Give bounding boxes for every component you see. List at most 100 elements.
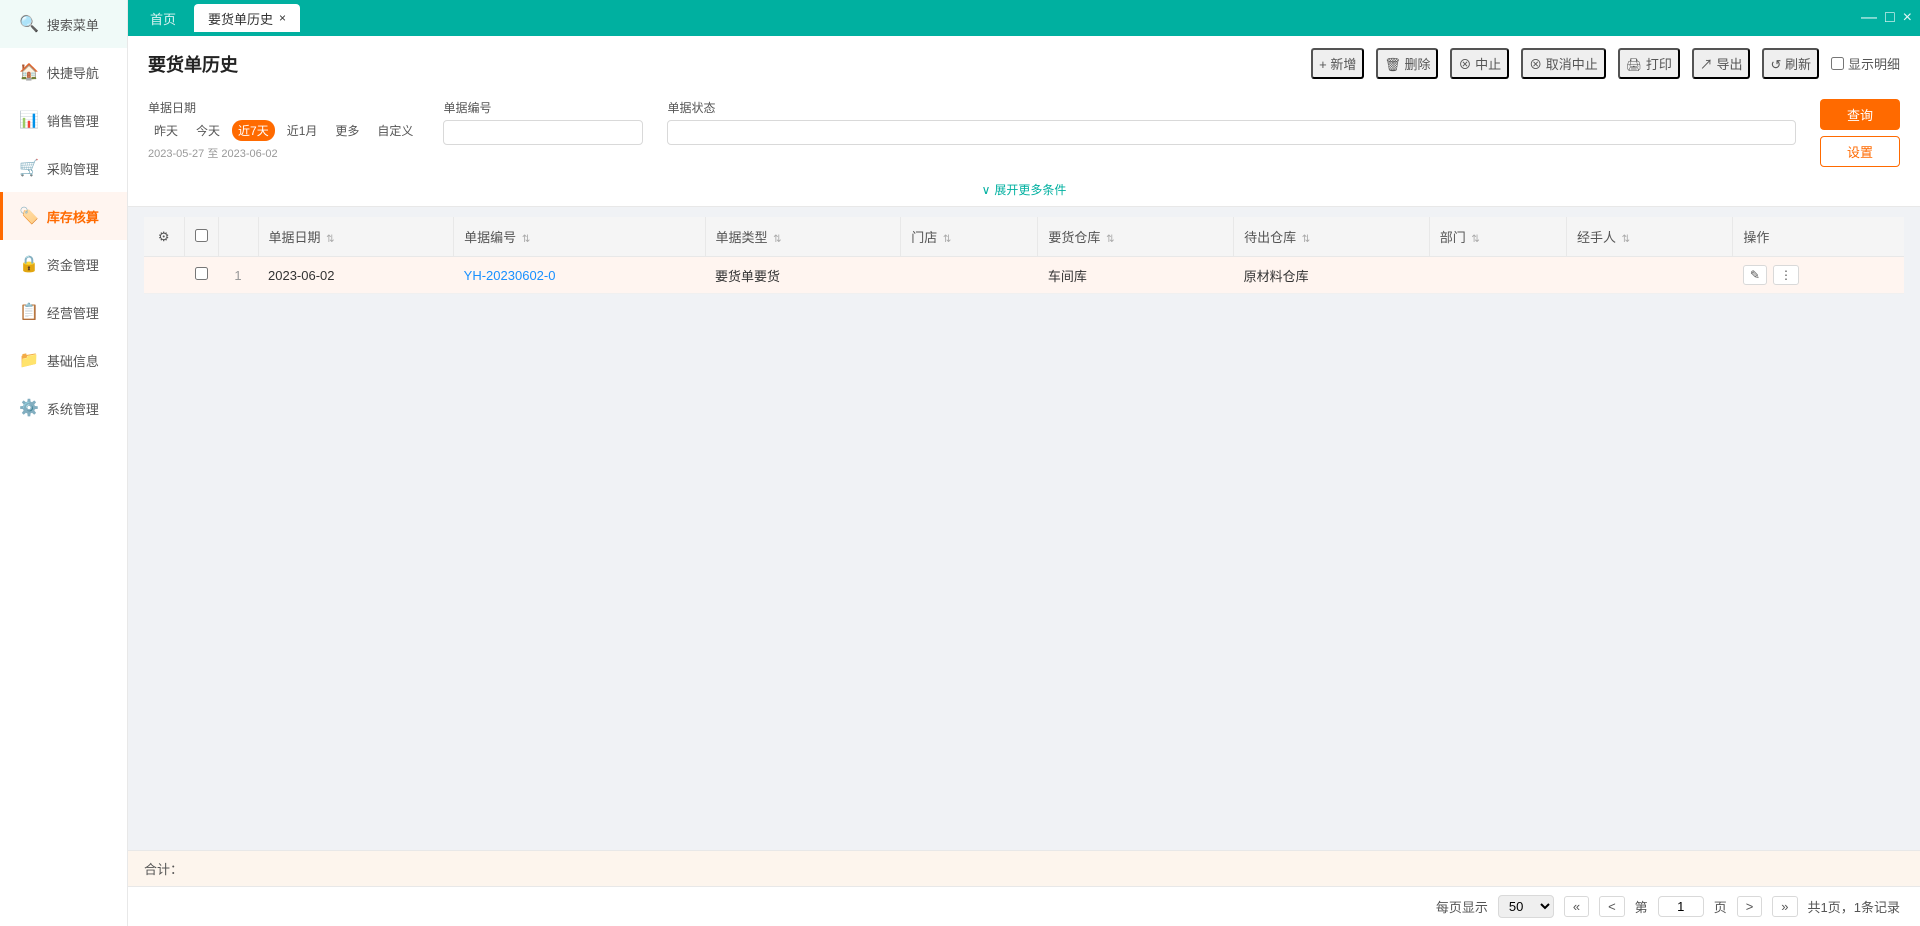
col-pending-warehouse-label: 待出仓库 (1244, 230, 1296, 245)
date-yesterday-btn[interactable]: 昨天 (148, 120, 184, 141)
filter-dates: 单据日期 (148, 99, 419, 116)
date-more-btn[interactable]: 更多 (329, 120, 365, 141)
stop-btn[interactable]: ⊗ 中止 (1450, 48, 1509, 79)
page-suffix: 页 (1714, 897, 1727, 916)
col-settings[interactable]: ⚙ (144, 217, 184, 257)
sidebar-item-inventory[interactable]: 🏷️ 库存核算 (0, 192, 127, 240)
expand-btn[interactable]: ∨ 展开更多条件 (982, 181, 1067, 198)
col-pending-warehouse[interactable]: 待出仓库 ⇅ (1234, 217, 1430, 257)
table-row[interactable]: 1 2023-06-02 YH-20230602-0 要货单要货 车间库 原材料… (144, 257, 1904, 294)
sidebar-item-base-info[interactable]: 📁基础信息 (0, 336, 127, 384)
settings-btn[interactable]: 设置 (1820, 136, 1900, 167)
page-header: 要货单历史 + 新增 🗑 删除 ⊗ 中止 ⊗ 取消中止 🖨 打印 ↗ 导出 ↺ … (128, 36, 1920, 207)
col-handler[interactable]: 经手人 ⇅ (1566, 217, 1732, 257)
table-body: 1 2023-06-02 YH-20230602-0 要货单要货 车间库 原材料… (144, 257, 1904, 294)
row-more-btn-0[interactable]: ⋮ (1773, 265, 1799, 285)
date-7days-btn[interactable]: 近7天 (232, 120, 275, 141)
date-1month-btn[interactable]: 近1月 (281, 120, 324, 141)
sidebar-label-system: 系统管理 (47, 399, 99, 418)
expand-label: 展开更多条件 (994, 181, 1066, 198)
window-max-btn[interactable]: □ (1885, 9, 1895, 27)
col-order-type[interactable]: 单据类型 ⇅ (705, 217, 901, 257)
date-custom-btn[interactable]: 自定义 (371, 120, 419, 141)
sort-date-icon: ⇅ (326, 234, 334, 245)
window-close-btn[interactable]: × (1903, 9, 1912, 27)
row-order-no-0[interactable]: YH-20230602-0 (454, 257, 705, 294)
toolbar: + 新增 🗑 删除 ⊗ 中止 ⊗ 取消中止 🖨 打印 ↗ 导出 ↺ 刷新 显示明… (1311, 48, 1900, 79)
query-btn[interactable]: 查询 (1820, 99, 1900, 130)
expand-row: ∨ 展开更多条件 (148, 177, 1900, 206)
col-num (218, 217, 258, 257)
page-title-row: 要货单历史 + 新增 🗑 删除 ⊗ 中止 ⊗ 取消中止 🖨 打印 ↗ 导出 ↺ … (148, 48, 1900, 79)
sidebar-label-base-info: 基础信息 (47, 351, 99, 370)
tab-bar-left: 首页要货单历史 × (136, 4, 300, 32)
row-store-0 (901, 257, 1038, 294)
export-btn[interactable]: ↗ 导出 (1692, 48, 1751, 79)
col-order-no-label: 单据编号 (464, 230, 516, 245)
sidebar-label-inventory: 库存核算 (47, 207, 99, 226)
row-edit-btn-0[interactable]: ✎ (1743, 265, 1767, 285)
tab-request-history[interactable]: 要货单历史 × (194, 4, 300, 32)
row-checkbox-0[interactable] (184, 257, 218, 294)
new-btn[interactable]: + 新增 (1311, 48, 1364, 79)
sidebar-item-search[interactable]: 🔍 搜索菜单 (0, 0, 127, 48)
order-no-filter-group: 单据编号 (443, 99, 643, 145)
display-detail-checkbox[interactable] (1831, 57, 1844, 70)
select-all-checkbox[interactable] (195, 229, 208, 242)
row-department-0 (1429, 257, 1566, 294)
window-min-btn[interactable]: — (1861, 9, 1877, 27)
sidebar-label-operations: 经营管理 (47, 303, 99, 322)
sales-icon: 📊 (19, 110, 39, 130)
delete-btn[interactable]: 🗑 删除 (1376, 48, 1438, 79)
col-date-label: 单据日期 (269, 230, 321, 245)
sort-order-type-icon: ⇅ (773, 234, 781, 245)
sidebar-item-quick-nav[interactable]: 🏠快捷导航 (0, 48, 127, 96)
col-req-warehouse[interactable]: 要货仓库 ⇅ (1038, 217, 1234, 257)
date-range-display: 2023-05-27 至 2023-06-02 (148, 145, 419, 161)
search-icon: 🔍 (19, 14, 39, 34)
main-table: ⚙ 单据日期 ⇅ 单据编号 ⇅ (144, 217, 1904, 294)
refresh-btn[interactable]: ↺ 刷新 (1762, 48, 1819, 79)
col-store-label: 门店 (911, 230, 937, 245)
tab-close-request-history[interactable]: × (279, 11, 286, 25)
col-order-no[interactable]: 单据编号 ⇅ (454, 217, 705, 257)
page-size-select[interactable]: 50 20 100 200 (1498, 895, 1554, 918)
tab-label-request-history: 要货单历史 (208, 9, 273, 28)
sidebar-item-system[interactable]: ⚙️系统管理 (0, 384, 127, 432)
col-department[interactable]: 部门 ⇅ (1429, 217, 1566, 257)
status-filter-group: 单据状态 (667, 99, 1796, 145)
sidebar-item-purchase[interactable]: 🛒采购管理 (0, 144, 127, 192)
sidebar-item-finance[interactable]: 🔒资金管理 (0, 240, 127, 288)
inventory-icon: 🏷️ (19, 206, 39, 226)
display-detail-toggle[interactable]: 显示明细 (1831, 54, 1900, 73)
last-page-btn[interactable]: » (1772, 896, 1797, 917)
status-select[interactable] (667, 120, 1796, 145)
quick-nav-icon: 🏠 (19, 62, 39, 82)
table-area: ⚙ 单据日期 ⇅ 单据编号 ⇅ (128, 207, 1920, 850)
row-req-warehouse-0: 车间库 (1038, 257, 1234, 294)
sidebar-item-operations[interactable]: 📋经营管理 (0, 288, 127, 336)
page-input[interactable] (1658, 896, 1704, 917)
row-check-0[interactable] (195, 267, 208, 280)
tab-home[interactable]: 首页 (136, 4, 190, 32)
row-order-no-link-0[interactable]: YH-20230602-0 (464, 268, 556, 283)
table-container: ⚙ 单据日期 ⇅ 单据编号 ⇅ (144, 217, 1904, 294)
cancel-stop-btn[interactable]: ⊗ 取消中止 (1521, 48, 1606, 79)
print-btn[interactable]: 🖨 打印 (1618, 48, 1680, 79)
tab-bar: 首页要货单历史 × — □ × (128, 0, 1920, 36)
next-page-btn[interactable]: > (1737, 896, 1763, 917)
sidebar-label-search: 搜索菜单 (47, 15, 99, 34)
order-no-input[interactable] (443, 120, 643, 145)
prev-page-btn[interactable]: < (1599, 896, 1625, 917)
col-handler-label: 经手人 (1577, 230, 1616, 245)
date-today-btn[interactable]: 今天 (190, 120, 226, 141)
content-area: 要货单历史 + 新增 🗑 删除 ⊗ 中止 ⊗ 取消中止 🖨 打印 ↗ 导出 ↺ … (128, 36, 1920, 926)
sidebar-item-sales[interactable]: 📊销售管理 (0, 96, 127, 144)
col-store[interactable]: 门店 ⇅ (901, 217, 1038, 257)
display-detail-label: 显示明细 (1848, 54, 1900, 73)
first-page-btn[interactable]: « (1564, 896, 1589, 917)
col-date[interactable]: 单据日期 ⇅ (258, 217, 454, 257)
col-req-warehouse-label: 要货仓库 (1048, 230, 1100, 245)
row-num-0: 1 (218, 257, 258, 294)
page-title: 要货单历史 (148, 51, 238, 77)
